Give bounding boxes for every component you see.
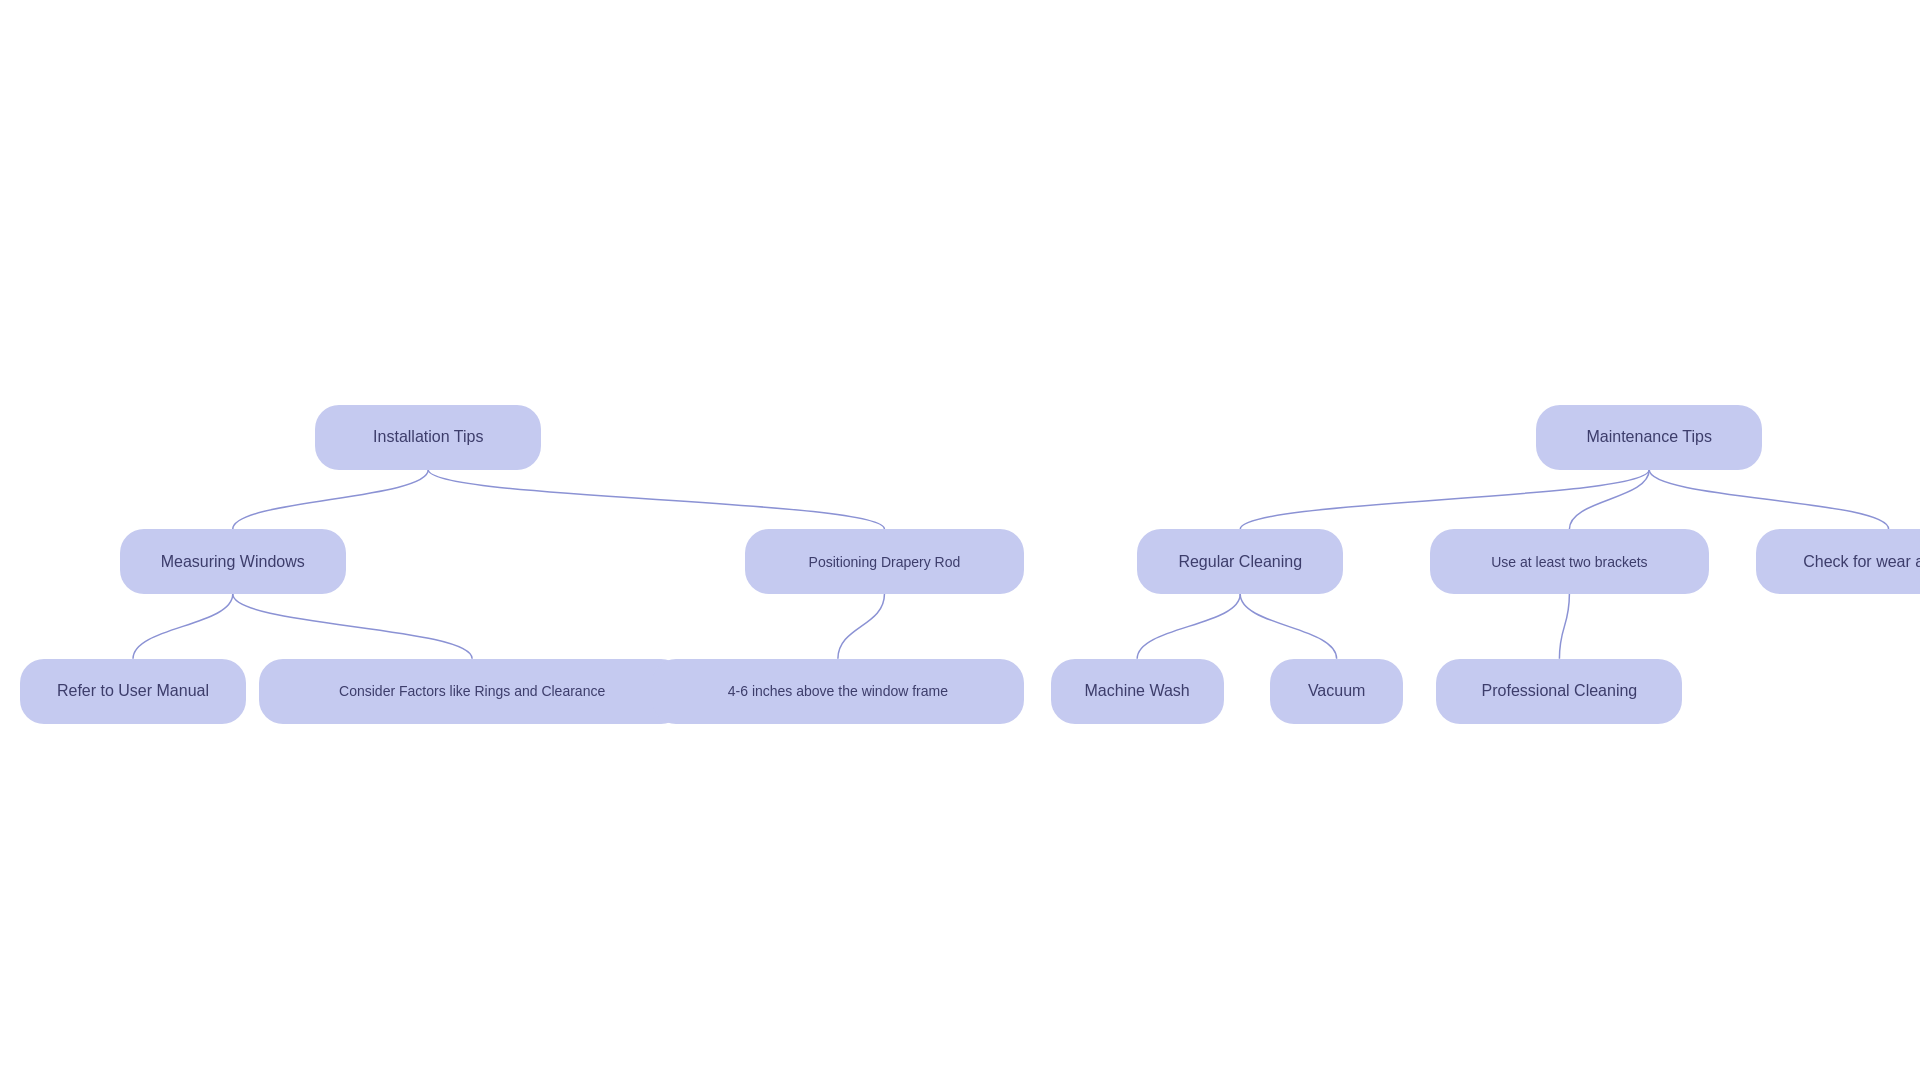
node-label-professional_cleaning: Professional Cleaning	[1482, 682, 1638, 700]
connector-use_two_brackets-professional_cleaning	[1559, 594, 1569, 659]
connector-maintenance_tips-check_wear	[1649, 470, 1888, 529]
node-label-vacuum: Vacuum	[1308, 682, 1366, 700]
node-machine_wash[interactable]: Machine Wash	[1051, 659, 1224, 724]
connector-measuring_windows-refer_manual	[133, 594, 233, 659]
node-refer_manual[interactable]: Refer to User Manual	[20, 659, 246, 724]
connector-installation_tips-positioning_drapery	[428, 470, 884, 529]
node-label-four_six_inches: 4-6 inches above the window frame	[728, 683, 948, 699]
connector-maintenance_tips-regular_cleaning	[1240, 470, 1649, 529]
node-maintenance_tips[interactable]: Maintenance Tips	[1536, 405, 1762, 470]
node-label-maintenance_tips: Maintenance Tips	[1586, 428, 1711, 446]
connector-measuring_windows-consider_factors	[233, 594, 472, 659]
node-professional_cleaning[interactable]: Professional Cleaning	[1436, 659, 1682, 724]
connector-maintenance_tips-use_two_brackets	[1569, 470, 1649, 529]
node-label-installation_tips: Installation Tips	[373, 428, 483, 446]
node-label-positioning_drapery: Positioning Drapery Rod	[809, 554, 961, 570]
node-positioning_drapery[interactable]: Positioning Drapery Rod	[745, 529, 1024, 594]
node-installation_tips[interactable]: Installation Tips	[315, 405, 541, 470]
node-label-regular_cleaning: Regular Cleaning	[1178, 553, 1302, 571]
node-label-measuring_windows: Measuring Windows	[161, 553, 305, 571]
node-four_six_inches[interactable]: 4-6 inches above the window frame	[652, 659, 1024, 724]
node-label-consider_factors: Consider Factors like Rings and Clearanc…	[339, 683, 605, 699]
node-regular_cleaning[interactable]: Regular Cleaning	[1137, 529, 1343, 594]
node-label-machine_wash: Machine Wash	[1085, 682, 1190, 700]
node-label-use_two_brackets: Use at least two brackets	[1491, 554, 1647, 570]
connector-installation_tips-measuring_windows	[233, 470, 429, 529]
connector-positioning_drapery-four_six_inches	[838, 594, 885, 659]
connector-regular_cleaning-machine_wash	[1137, 594, 1240, 659]
node-label-refer_manual: Refer to User Manual	[57, 682, 209, 700]
node-use_two_brackets[interactable]: Use at least two brackets	[1430, 529, 1709, 594]
node-vacuum[interactable]: Vacuum	[1270, 659, 1403, 724]
node-measuring_windows[interactable]: Measuring Windows	[120, 529, 346, 594]
node-check_wear[interactable]: Check for wear and tear	[1756, 529, 1920, 594]
node-consider_factors[interactable]: Consider Factors like Rings and Clearanc…	[259, 659, 685, 724]
node-label-check_wear: Check for wear and tear	[1803, 553, 1920, 571]
connector-regular_cleaning-vacuum	[1240, 594, 1336, 659]
